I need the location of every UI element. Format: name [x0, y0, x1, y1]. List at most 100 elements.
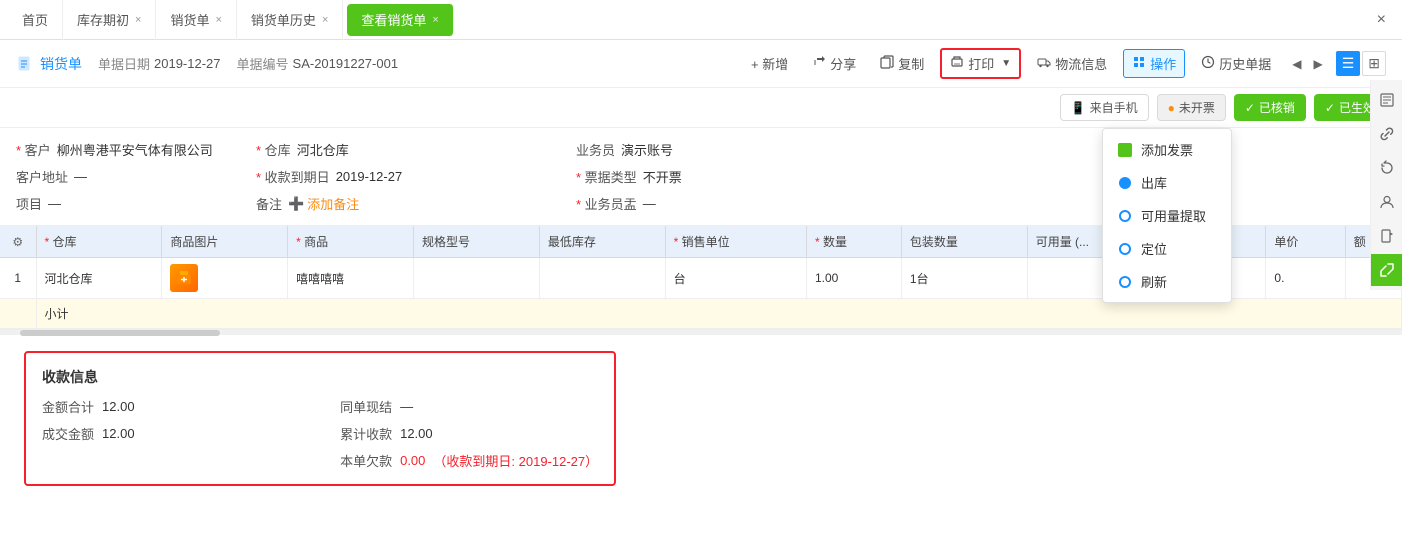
check-icon-1: ✓ — [1245, 101, 1255, 115]
tab-home[interactable]: 首页 — [8, 0, 63, 40]
logistics-button[interactable]: 物流信息 — [1029, 50, 1115, 77]
tool-user-button[interactable] — [1371, 186, 1402, 218]
tool-link-button[interactable] — [1371, 118, 1402, 150]
tab-sales[interactable]: 销货单 × — [156, 0, 236, 40]
subtotal-label: 小计 — [36, 299, 1402, 329]
address-value: — — [74, 169, 87, 184]
dropdown-item-add-invoice[interactable]: 添加发票 — [1103, 133, 1231, 166]
subtotal-cell — [0, 299, 36, 329]
tab-inventory[interactable]: 库存期初 × — [63, 0, 156, 40]
new-button[interactable]: + 新增 — [743, 50, 796, 77]
grid-view-button[interactable]: ⊞ — [1362, 51, 1386, 76]
row-product-image — [162, 258, 288, 299]
payment-same-order-row: 同单现结 — — [340, 397, 598, 416]
out-warehouse-label: 出库 — [1141, 173, 1167, 192]
history-button[interactable]: 历史单据 — [1193, 50, 1279, 77]
settings-gear-icon[interactable]: ⚙ — [12, 235, 23, 249]
payment-transaction-value: 12.00 — [102, 426, 135, 441]
tool-expand-button[interactable] — [1371, 254, 1402, 286]
tab-view-sales[interactable]: 查看销货单 × — [347, 4, 453, 36]
doc-number-value: SA-20191227-001 — [293, 56, 399, 71]
product-thumbnail — [170, 264, 198, 292]
dropdown-item-refresh[interactable]: 刷新 — [1103, 265, 1231, 298]
tab-view-sales-close[interactable]: × — [432, 14, 438, 26]
print-label: 打印 — [968, 54, 994, 73]
print-dropdown-arrow[interactable]: ▼ — [1001, 58, 1011, 69]
doc-type-label: 销货单 — [40, 54, 82, 74]
share-button[interactable]: 分享 — [804, 50, 864, 77]
table-subtotal-row: 小计 — [0, 299, 1402, 329]
tab-sales-history[interactable]: 销货单历史 × — [237, 0, 343, 40]
operations-button[interactable]: 操作 — [1123, 49, 1185, 78]
payment-transaction-label: 成交金额 — [42, 424, 94, 443]
ticket-type-label: 票据类型 — [576, 167, 637, 186]
dropdown-item-locate[interactable]: 定位 — [1103, 232, 1231, 265]
tab-sales-label: 销货单 — [170, 10, 209, 29]
doc-title: 销货单 — [16, 54, 82, 74]
confirmed-button[interactable]: ✓ 已核销 — [1234, 94, 1306, 121]
truck-icon — [1037, 55, 1051, 72]
col-sales-unit: 销售单位 — [665, 226, 806, 258]
sales-doc-icon — [16, 55, 34, 73]
warehouse-field: 仓库 河北仓库 — [256, 140, 456, 159]
copy-button[interactable]: 复制 — [872, 50, 932, 77]
dropdown-item-out-warehouse[interactable]: 出库 — [1103, 166, 1231, 199]
note-field: 备注 ➕ 添加备注 — [256, 194, 456, 213]
col-min-stock: 最低库存 — [539, 226, 665, 258]
note-label: 备注 — [256, 194, 282, 213]
payment-cumulative-label: 累计收款 — [340, 424, 392, 443]
tool-log-button[interactable] — [1371, 220, 1402, 252]
from-phone-label: 来自手机 — [1090, 99, 1138, 116]
window-close-button[interactable]: × — [1369, 11, 1394, 29]
warehouse-label: 仓库 — [256, 140, 291, 159]
col-product-image: 商品图片 — [162, 226, 288, 258]
tab-sales-close[interactable]: × — [215, 14, 221, 26]
customer-value: 柳州粤港平安气体有限公司 — [57, 140, 213, 159]
print-button[interactable]: 打印 ▼ — [940, 48, 1021, 79]
col-package-qty: 包装数量 — [901, 226, 1027, 258]
payment-total-label: 金额合计 — [42, 397, 94, 416]
prev-button[interactable]: ◀ — [1287, 54, 1306, 74]
doc-number-label: 单据编号 — [237, 54, 289, 73]
ticket-type-field: 票据类型 不开票 — [576, 167, 776, 186]
payment-total-row: 金额合计 12.00 — [42, 397, 300, 416]
payment-date-label: 收款到期日 — [256, 167, 330, 186]
payment-date-value: 2019-12-27 — [336, 169, 403, 184]
check-icon-2: ✓ — [1325, 101, 1335, 115]
payment-grid: 金额合计 12.00 同单现结 — 成交金额 12.00 累计收款 12.00 — [42, 397, 598, 470]
doc-toolbar: + 新增 分享 — [743, 48, 1386, 79]
refresh-label: 刷新 — [1141, 272, 1167, 291]
operations-label: 操作 — [1150, 54, 1176, 73]
copy-icon — [880, 55, 894, 72]
next-button[interactable]: ▶ — [1308, 54, 1327, 74]
tool-rotate-button[interactable] — [1371, 152, 1402, 184]
tab-inventory-label: 库存期初 — [77, 10, 129, 29]
payment-same-order-value: — — [400, 399, 413, 414]
operations-dropdown-menu: 添加发票 出库 可用量提取 定位 刷新 — [1102, 128, 1232, 303]
logistics-label: 物流信息 — [1055, 54, 1107, 73]
payment-transaction-row: 成交金额 12.00 — [42, 424, 300, 443]
payment-arrears-label: 本单欠款 — [340, 451, 392, 470]
payment-due-note: （收款到期日: 2019-12-27） — [433, 451, 598, 470]
payment-cumulative-row: 累计收款 12.00 — [340, 424, 598, 443]
add-note-button[interactable]: ➕ 添加备注 — [288, 194, 359, 213]
col-spec: 规格型号 — [413, 226, 539, 258]
list-view-button[interactable]: ☰ — [1336, 51, 1361, 76]
row-spec — [413, 258, 539, 299]
dropdown-item-available-qty[interactable]: 可用量提取 — [1103, 199, 1231, 232]
tab-inventory-close[interactable]: × — [135, 14, 141, 26]
doc-meta: 单据日期 2019-12-27 单据编号 SA-20191227-001 — [98, 54, 398, 73]
tab-sales-history-close[interactable]: × — [322, 14, 328, 26]
from-phone-button[interactable]: 📱 来自手机 — [1060, 94, 1149, 121]
tool-notes-button[interactable] — [1371, 84, 1402, 116]
print-icon — [950, 55, 964, 72]
refresh-icon — [1117, 274, 1133, 290]
payment-section: 收款信息 金额合计 12.00 同单现结 — 成交金额 12.00 — [24, 351, 616, 486]
row-warehouse: 河北仓库 — [36, 258, 162, 299]
not-opened-button[interactable]: ● 未开票 — [1157, 94, 1226, 121]
tab-home-label: 首页 — [22, 10, 48, 29]
col-settings: ⚙ — [0, 226, 36, 258]
staff-value: — — [643, 196, 656, 211]
tab-bar: 首页 库存期初 × 销货单 × 销货单历史 × 查看销货单 × × — [0, 0, 1402, 40]
right-tools-panel — [1370, 80, 1402, 290]
